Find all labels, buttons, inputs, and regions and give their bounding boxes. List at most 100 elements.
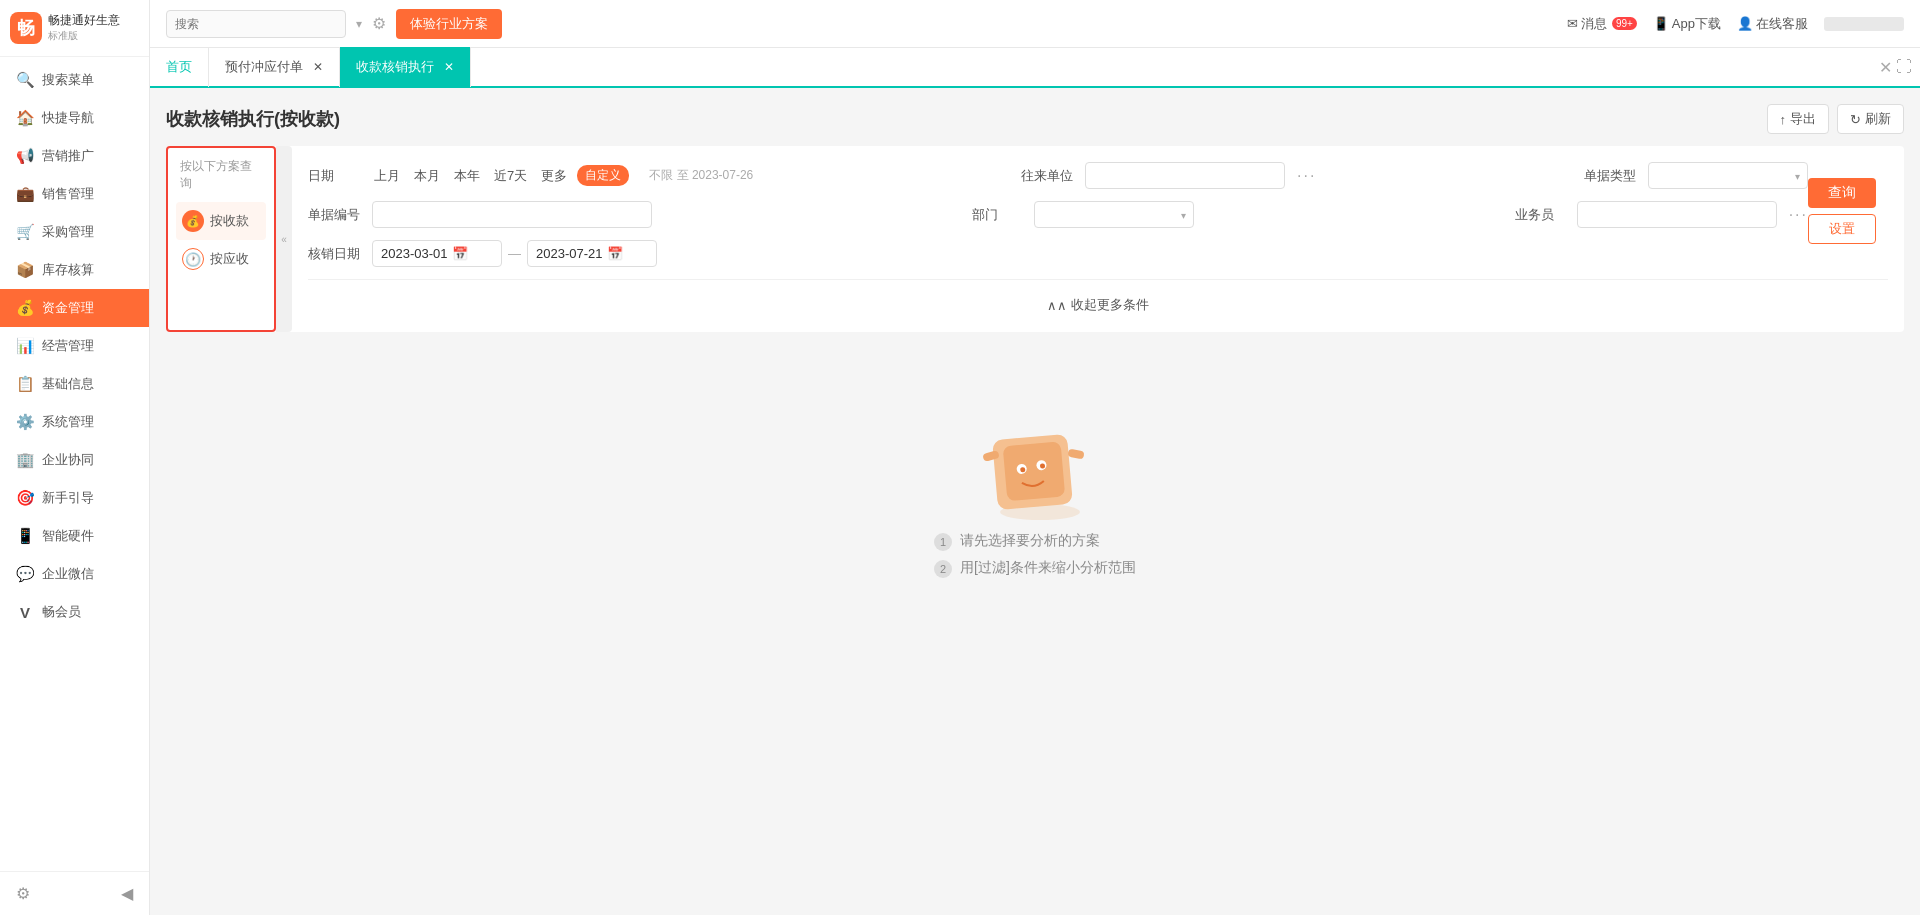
- writeoff-date-range: 2023-03-01 📅 — 2023-07-21 📅: [372, 240, 657, 267]
- online-service-item[interactable]: 👤 在线客服: [1737, 15, 1808, 33]
- collapse-sidebar-icon[interactable]: ◀: [121, 884, 133, 903]
- empty-hints-list: 1 请先选择要分析的方案 2 用[过滤]条件来缩小分析范围: [934, 532, 1136, 586]
- sidebar-item-basics[interactable]: 📋 基础信息: [0, 365, 149, 403]
- svg-rect-2: [1003, 441, 1066, 501]
- sidebar-item-operations[interactable]: 📊 经营管理: [0, 327, 149, 365]
- topbar-search-wrapper: [166, 10, 346, 38]
- sidebar-item-marketing[interactable]: 📢 营销推广: [0, 137, 149, 175]
- message-icon: ✉: [1567, 16, 1578, 31]
- writeoff-date-to[interactable]: 2023-07-21 📅: [527, 240, 657, 267]
- topbar-search-input[interactable]: [166, 10, 346, 38]
- voucher-type-select[interactable]: [1648, 162, 1808, 189]
- hint-text-1: 请先选择要分析的方案: [960, 532, 1100, 550]
- quick-date-this-month[interactable]: 本月: [410, 165, 444, 187]
- sidebar-item-search-menu[interactable]: 🔍 搜索菜单: [0, 61, 149, 99]
- voucher-no-input[interactable]: [372, 201, 652, 228]
- hint-text-2: 用[过滤]条件来缩小分析范围: [960, 559, 1136, 577]
- industry-solution-button[interactable]: 体验行业方案: [396, 9, 502, 39]
- salesperson-input[interactable]: [1577, 201, 1777, 228]
- inventory-icon: 📦: [16, 261, 34, 279]
- sidebar-item-system[interactable]: ⚙️ 系统管理: [0, 403, 149, 441]
- sidebar-item-purchase[interactable]: 🛒 采购管理: [0, 213, 149, 251]
- topbar: ▾ ⚙ 体验行业方案 ✉ 消息 99+ 📱 App下载 👤 在线客服: [150, 0, 1920, 48]
- sidebar-item-wechat[interactable]: 💬 企业微信: [0, 555, 149, 593]
- settings-icon[interactable]: ⚙: [16, 884, 30, 903]
- online-service-label: 在线客服: [1756, 15, 1808, 33]
- voucher-type-select-wrapper: ▾: [1648, 162, 1808, 189]
- filter-option-by-receivable[interactable]: 🕐 按应收: [176, 240, 266, 278]
- counterparty-label: 往来单位: [1021, 167, 1073, 185]
- refresh-button[interactable]: ↻ 刷新: [1837, 104, 1904, 134]
- counterparty-input[interactable]: [1085, 162, 1285, 189]
- sidebar-item-inventory[interactable]: 📦 库存核算: [0, 251, 149, 289]
- collapse-icon: «: [281, 234, 287, 245]
- counterparty-dots[interactable]: ···: [1297, 167, 1316, 185]
- mobile-icon: 📱: [1653, 16, 1669, 31]
- user-avatar-item[interactable]: [1824, 17, 1904, 31]
- sidebar-item-quick-nav[interactable]: 🏠 快捷导航: [0, 99, 149, 137]
- logo-text: 畅捷通好生意: [48, 13, 120, 29]
- app-download-item[interactable]: 📱 App下载: [1653, 15, 1721, 33]
- topbar-dropdown-arrow[interactable]: ▾: [356, 17, 362, 31]
- guide-icon: 🎯: [16, 489, 34, 507]
- salesperson-dots[interactable]: ···: [1789, 206, 1808, 224]
- sidebar-bottom: ⚙ ◀: [0, 871, 149, 915]
- department-label: 部门: [972, 206, 1022, 224]
- date-label: 日期: [308, 167, 358, 185]
- voucher-type-label: 单据类型: [1584, 167, 1636, 185]
- enterprise-icon: 🏢: [16, 451, 34, 469]
- tab-receipt-offset-close[interactable]: ✕: [444, 60, 454, 74]
- topbar-gear-icon[interactable]: ⚙: [372, 14, 386, 33]
- query-button[interactable]: 查询: [1808, 178, 1876, 208]
- export-icon: ↑: [1780, 112, 1787, 127]
- search-menu-icon: 🔍: [16, 71, 34, 89]
- writeoff-date-from[interactable]: 2023-03-01 📅: [372, 240, 502, 267]
- topbar-right: ✉ 消息 99+ 📱 App下载 👤 在线客服: [1567, 15, 1904, 33]
- filter-option-by-receipt[interactable]: 💰 按收款: [176, 202, 266, 240]
- by-receivable-icon: 🕐: [182, 248, 204, 270]
- page-header: 收款核销执行(按收款) ↑ 导出 ↻ 刷新: [166, 104, 1904, 134]
- tab-close-window-icon[interactable]: ✕: [1879, 58, 1892, 77]
- sidebar-item-finance[interactable]: 💰 资金管理: [0, 289, 149, 327]
- sidebar-item-guide[interactable]: 🎯 新手引导: [0, 479, 149, 517]
- writeoff-calendar-from-icon[interactable]: 📅: [452, 246, 468, 261]
- export-button[interactable]: ↑ 导出: [1767, 104, 1830, 134]
- app-download-label: App下载: [1672, 15, 1721, 33]
- sidebar-item-member[interactable]: V 畅会员: [0, 593, 149, 631]
- tab-prepay-offset[interactable]: 预付冲应付单 ✕: [209, 47, 340, 87]
- tab-prepay-offset-close[interactable]: ✕: [313, 60, 323, 74]
- quick-date-7days[interactable]: 近7天: [490, 165, 531, 187]
- writeoff-date-label: 核销日期: [308, 245, 360, 263]
- sidebar-item-enterprise[interactable]: 🏢 企业协同: [0, 441, 149, 479]
- page-content: 收款核销执行(按收款) ↑ 导出 ↻ 刷新 按以下方案查询 💰: [150, 88, 1920, 915]
- sidebar-item-sales[interactable]: 💼 销售管理: [0, 175, 149, 213]
- settings-button[interactable]: 设置: [1808, 214, 1876, 244]
- tab-home[interactable]: 首页: [150, 47, 209, 87]
- quick-date-more[interactable]: 更多: [537, 165, 571, 187]
- sidebar-menu: 🔍 搜索菜单 🏠 快捷导航 📢 营销推广 💼 销售管理 🛒 采购管理 📦 库存核…: [0, 57, 149, 871]
- sidebar-label-guide: 新手引导: [42, 489, 94, 507]
- quick-date-custom-badge[interactable]: 自定义: [577, 165, 629, 186]
- sidebar: 畅 畅捷通好生意 标准版 🔍 搜索菜单 🏠 快捷导航 📢 营销推广 💼 销售管理…: [0, 0, 150, 915]
- sidebar-item-hardware[interactable]: 📱 智能硬件: [0, 517, 149, 555]
- tabbar: 首页 预付冲应付单 ✕ 收款核销执行 ✕ ✕ ⛶: [150, 48, 1920, 88]
- purchase-icon: 🛒: [16, 223, 34, 241]
- member-icon: V: [16, 604, 34, 621]
- message-item[interactable]: ✉ 消息 99+: [1567, 15, 1637, 33]
- message-badge: 99+: [1612, 17, 1637, 30]
- filter-collapse-button[interactable]: «: [276, 146, 292, 332]
- quick-date-this-year[interactable]: 本年: [450, 165, 484, 187]
- sidebar-label-inventory: 库存核算: [42, 261, 94, 279]
- quick-date-last-month[interactable]: 上月: [370, 165, 404, 187]
- sidebar-label-search-menu: 搜索菜单: [42, 71, 94, 89]
- collapse-more-button[interactable]: ∧∧ 收起更多条件: [308, 290, 1888, 320]
- writeoff-date-from-value: 2023-03-01: [381, 246, 448, 261]
- writeoff-calendar-to-icon[interactable]: 📅: [607, 246, 623, 261]
- tab-expand-icon[interactable]: ⛶: [1896, 58, 1912, 76]
- tab-receipt-offset[interactable]: 收款核销执行 ✕: [340, 47, 471, 87]
- department-select[interactable]: [1034, 201, 1194, 228]
- logo-icon: 畅: [10, 12, 42, 44]
- wechat-icon: 💬: [16, 565, 34, 583]
- date-dash: —: [508, 246, 521, 261]
- refresh-icon: ↻: [1850, 112, 1861, 127]
